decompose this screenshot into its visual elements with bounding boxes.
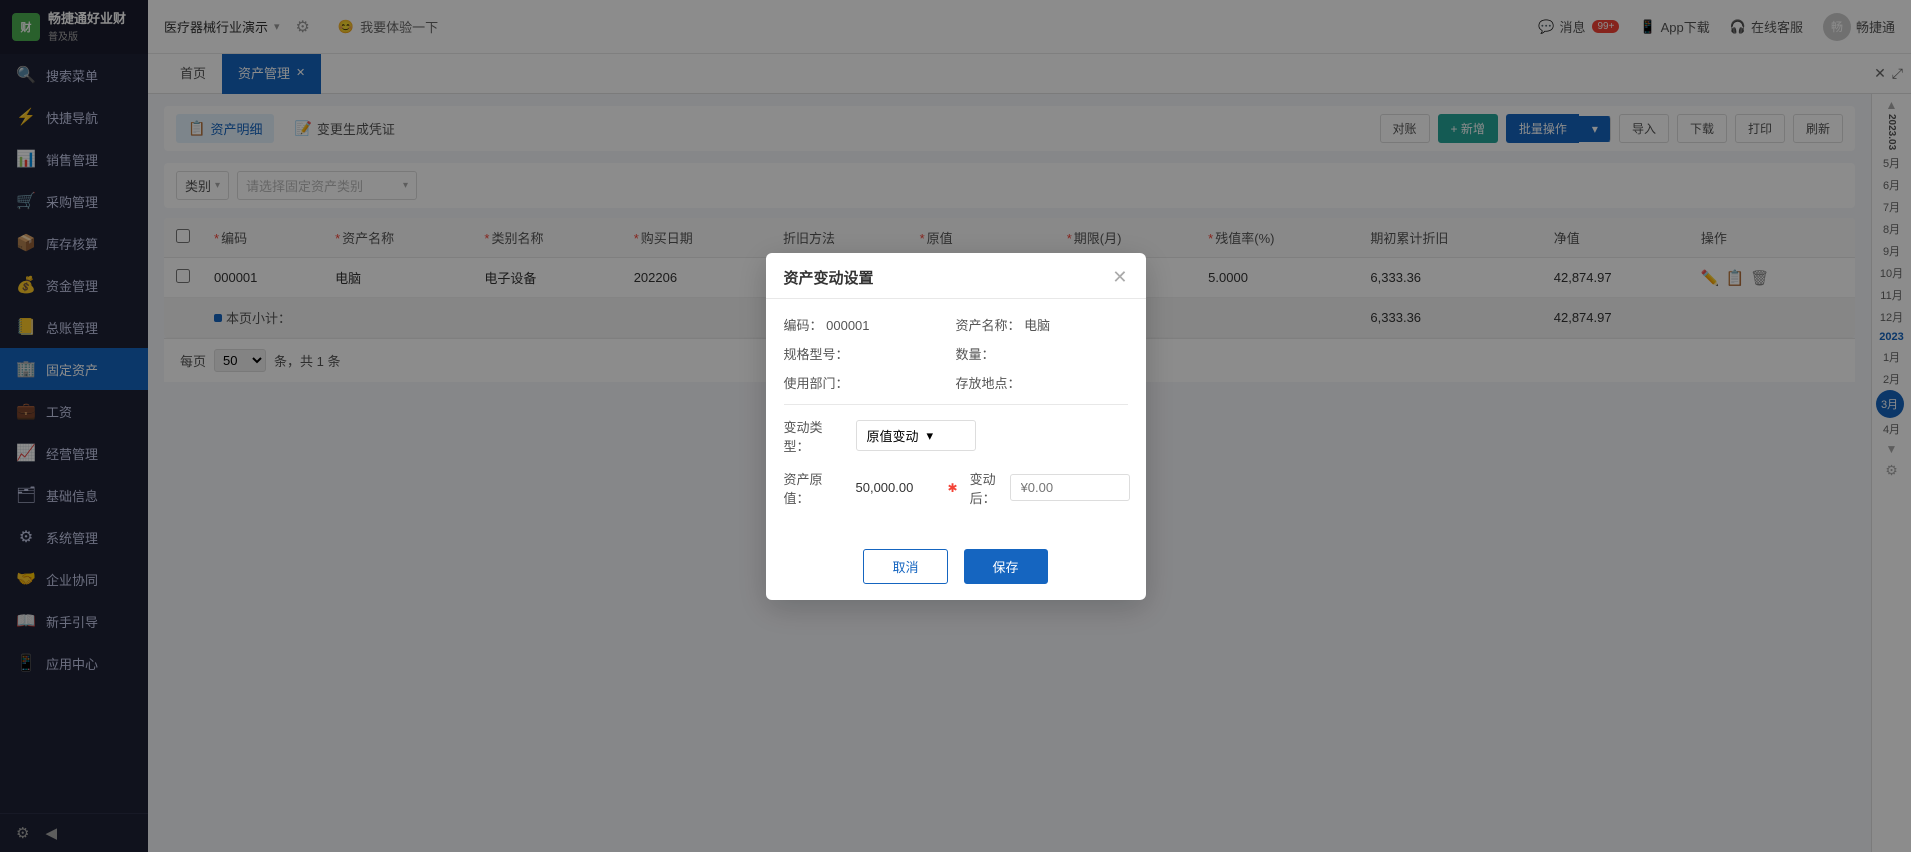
modal-info-row3: 使用部门： 存放地点： [784,373,1128,392]
modal-close-btn[interactable]: ✕ [1112,267,1127,288]
after-change-label: 变动后： [970,469,996,507]
change-type-arrow: ▾ [927,428,934,444]
modal-body: 编码： 000001 资产名称： 电脑 规格型号： 数量： [766,299,1146,537]
change-type-label: 变动类型： [784,417,848,455]
code-label: 编码： [784,318,823,333]
quantity-label: 数量： [956,344,1128,363]
modal-info-row1: 编码： 000001 资产名称： 电脑 [784,315,1128,334]
modal-field-quantity: 数量： [956,344,1128,363]
modal-overlay[interactable]: 资产变动设置 ✕ 编码： 000001 资产名称： 电脑 [0,0,1911,852]
asset-change-modal: 资产变动设置 ✕ 编码： 000001 资产名称： 电脑 [766,253,1146,600]
modal-footer: 取消 保存 [766,537,1146,600]
modal-divider [784,404,1128,405]
asset-name-value: 电脑 [1024,318,1050,333]
modal-field-name: 资产名称： 电脑 [956,315,1128,334]
dept-label: 使用部门： [784,373,956,392]
asset-name-label: 资产名称： [956,318,1021,333]
change-type-select[interactable]: 原值变动 ▾ [856,420,976,451]
spec-label: 规格型号： [784,344,956,363]
after-change-input[interactable] [1010,474,1130,501]
modal-change-type-row: 变动类型： 原值变动 ▾ [784,417,1128,455]
cancel-button[interactable]: 取消 [863,549,947,584]
original-value-label: 资产原值： [784,469,848,507]
modal-values-row: 资产原值： 50,000.00 ✱ 变动后： [784,469,1128,507]
code-value: 000001 [826,318,869,333]
modal-field-code: 编码： 000001 [784,315,956,334]
location-label: 存放地点： [956,373,1128,392]
required-mark: ✱ [948,481,958,495]
save-button[interactable]: 保存 [964,549,1048,584]
modal-info-row2: 规格型号： 数量： [784,344,1128,363]
change-type-value: 原值变动 [867,426,919,445]
modal-header: 资产变动设置 ✕ [766,253,1146,299]
modal-field-dept: 使用部门： [784,373,956,392]
original-value: 50,000.00 [856,480,936,495]
modal-field-spec: 规格型号： [784,344,956,363]
modal-title: 资产变动设置 [784,267,874,288]
modal-field-location: 存放地点： [956,373,1128,392]
